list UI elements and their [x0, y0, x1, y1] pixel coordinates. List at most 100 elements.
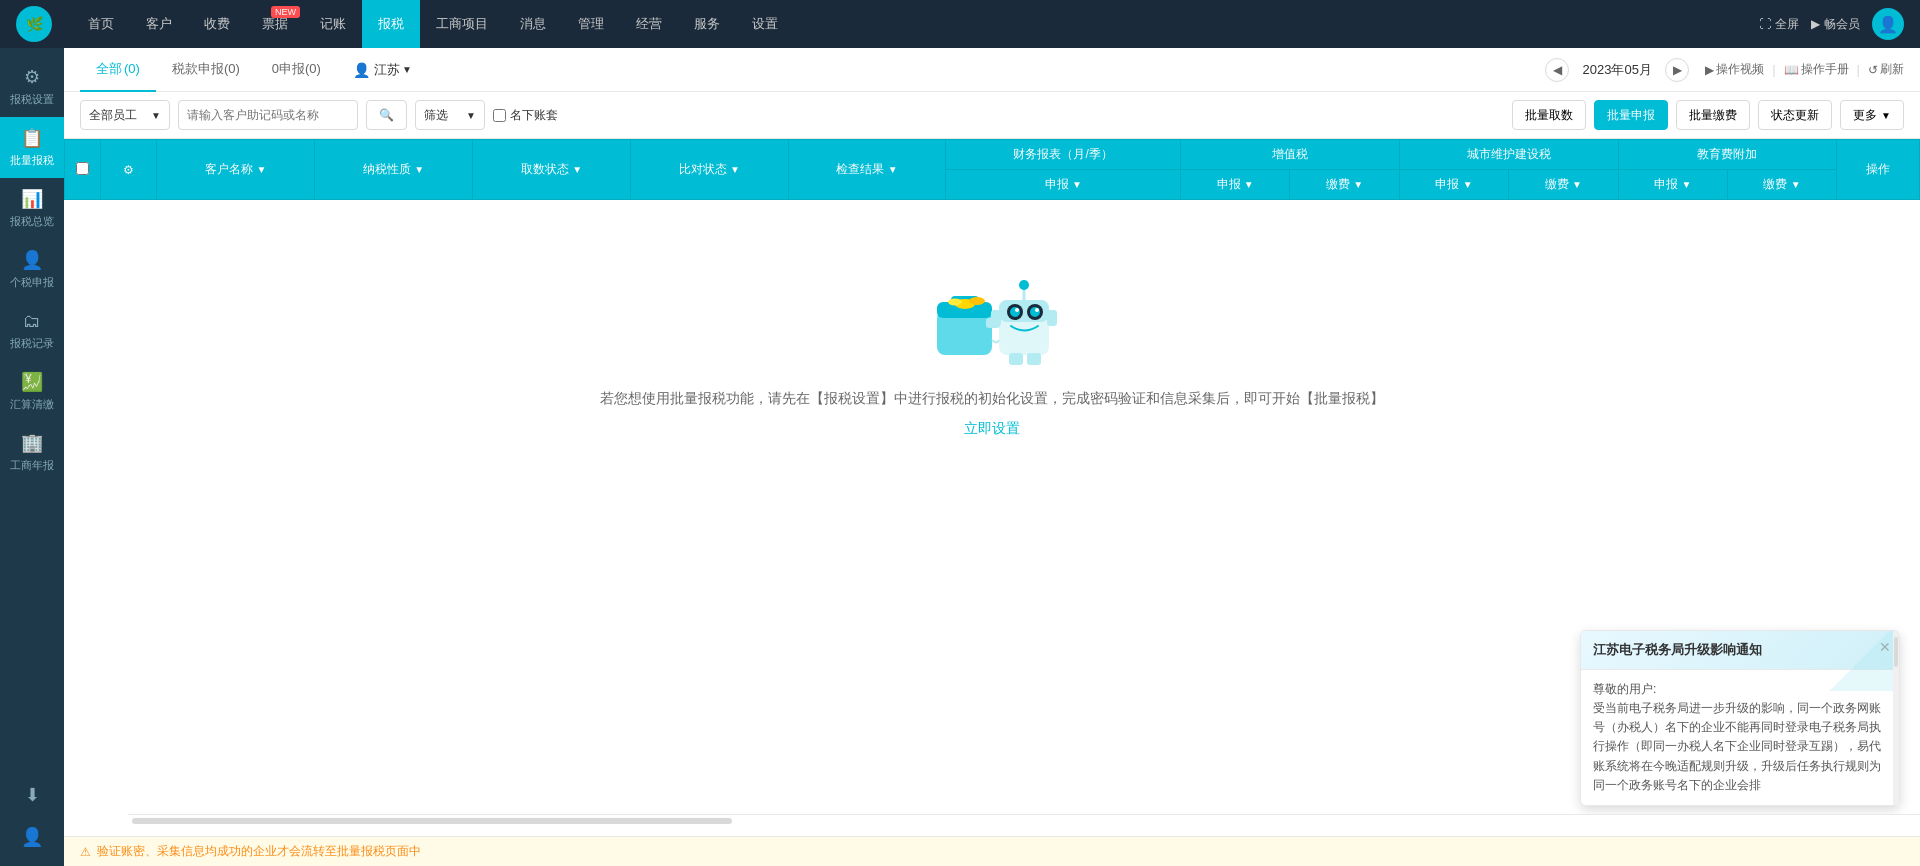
sidebar-label-annual-report: 工商年报	[10, 458, 54, 473]
toolbar: 全部员工 ▼ 🔍 筛选 ▼ 名下账套 批量取数 批量申报	[64, 92, 1920, 139]
fullscreen-btn[interactable]: ⛶ 全屏	[1759, 16, 1799, 33]
sidebar-item-batch-tax[interactable]: 📋 批量报税	[0, 117, 64, 178]
horizontal-scrollbar[interactable]	[132, 818, 732, 824]
member-btn[interactable]: ▶ 畅会员	[1811, 16, 1860, 33]
svg-point-10	[1010, 307, 1020, 317]
member-label: 畅会员	[1824, 16, 1860, 33]
tax-records-icon: 🗂	[21, 310, 43, 332]
setup-link[interactable]: 立即设置	[964, 420, 1020, 438]
search-input[interactable]	[178, 100, 358, 130]
filter-select[interactable]: 筛选 ▼	[415, 100, 485, 130]
nav-business[interactable]: 工商项目	[420, 0, 504, 48]
name-sleeve-checkbox[interactable]	[493, 109, 506, 122]
top-navigation: 🌿 首页 客户 收费 票据 NEW 记账 报税 工商项目 消息 管理 经营 服务…	[0, 0, 1920, 48]
nav-bookkeep[interactable]: 记账	[304, 0, 362, 48]
notification-header: 江苏电子税务局升级影响通知 ✕	[1581, 631, 1899, 670]
sidebar-label-settlement: 汇算清缴	[10, 397, 54, 412]
batch-pay-btn[interactable]: 批量缴费	[1676, 100, 1750, 130]
th-edu-declare: 申报 ▼	[1618, 170, 1727, 200]
video-link[interactable]: ▶ 操作视频	[1705, 61, 1764, 78]
nav-settings[interactable]: 设置	[736, 0, 794, 48]
batch-declare-label: 批量申报	[1607, 107, 1655, 124]
data-table: ⚙ 客户名称 ▼ 纳税性质 ▼ 取数状态 ▼	[64, 139, 1920, 498]
sidebar-item-user[interactable]: 👤	[17, 816, 47, 858]
nav-operation[interactable]: 经营	[620, 0, 678, 48]
region-icon: 👤	[353, 62, 370, 78]
th-tax-nature-filter[interactable]: ▼	[414, 164, 424, 175]
th-edu-pay: 缴费 ▼	[1727, 170, 1836, 200]
nav-home[interactable]: 首页	[72, 0, 130, 48]
empty-text: 若您想使用批量报税功能，请先在【报税设置】中进行报税的初始化设置，完成密码验证和…	[600, 390, 1384, 408]
logo: 🌿	[16, 6, 52, 42]
notification-text: 尊敬的用户: 受当前电子税务局进一步升级的影响，同一个政务网账号（办税人）名下的…	[1593, 680, 1887, 795]
status-text: 验证账密、采集信息均成功的企业才会流转至批量报税页面中	[97, 843, 421, 860]
nav-service[interactable]: 服务	[678, 0, 736, 48]
refresh-link[interactable]: ↺ 刷新	[1868, 61, 1904, 78]
date-navigation: ◀ 2023年05月 ▶	[1545, 58, 1689, 82]
nav-invoice-badge: NEW	[271, 6, 300, 18]
tab-all[interactable]: 全部 (0)	[80, 48, 156, 92]
play-icon: ▶	[1811, 17, 1820, 31]
sidebar-item-download[interactable]: ⬇	[17, 774, 47, 816]
nav-client[interactable]: 客户	[130, 0, 188, 48]
th-settings[interactable]: ⚙	[101, 140, 157, 200]
th-check-result-filter[interactable]: ▼	[888, 164, 898, 175]
notification-scrollbar[interactable]	[1893, 631, 1899, 805]
search-button[interactable]: 🔍	[366, 100, 407, 130]
th-client-name-label: 客户名称	[205, 162, 253, 176]
more-btn[interactable]: 更多 ▼	[1840, 100, 1904, 130]
sidebar-item-settlement[interactable]: 💹 汇算清缴	[0, 361, 64, 422]
action-links: ▶ 操作视频 | 📖 操作手册 | ↺ 刷新	[1705, 61, 1904, 78]
sidebar-item-personal-tax[interactable]: 👤 个税申报	[0, 239, 64, 300]
status-update-label: 状态更新	[1771, 107, 1819, 124]
manual-link[interactable]: 📖 操作手册	[1784, 61, 1849, 78]
batch-fetch-btn[interactable]: 批量取数	[1512, 100, 1586, 130]
th-fetch-status-filter[interactable]: ▼	[572, 164, 582, 175]
th-education-fee: 教育费附加	[1618, 140, 1837, 170]
tab-zero-count: (0)	[305, 61, 321, 76]
batch-declare-btn[interactable]: 批量申报	[1594, 100, 1668, 130]
refresh-label: 刷新	[1880, 61, 1904, 78]
nav-right: ⛶ 全屏 ▶ 畅会员 👤	[1759, 8, 1904, 40]
select-all-checkbox[interactable]	[76, 162, 89, 175]
svg-point-19	[1019, 280, 1029, 290]
sidebar-item-tax-records[interactable]: 🗂 报税记录	[0, 300, 64, 361]
date-next-btn[interactable]: ▶	[1665, 58, 1689, 82]
sidebar-item-tax-overview[interactable]: 📊 报税总览	[0, 178, 64, 239]
svg-rect-17	[1027, 353, 1041, 365]
notification-close-btn[interactable]: ✕	[1879, 639, 1891, 655]
settings-icon: ⚙	[123, 163, 134, 177]
sidebar-item-tax-settings[interactable]: ⚙ 报税设置	[0, 56, 64, 117]
sidebar-label-tax-records: 报税记录	[10, 336, 54, 351]
user-icon: 👤	[21, 826, 43, 848]
status-warning-icon: ⚠	[80, 845, 91, 859]
svg-rect-16	[1009, 353, 1023, 365]
sidebar-item-annual-report[interactable]: 🏢 工商年报	[0, 422, 64, 483]
fullscreen-icon: ⛶	[1759, 17, 1771, 31]
personal-tax-icon: 👤	[21, 249, 43, 271]
nav-tax[interactable]: 报税	[362, 0, 420, 48]
nav-fee[interactable]: 收费	[188, 0, 246, 48]
name-sleeve-checkbox-wrapper[interactable]: 名下账套	[493, 107, 558, 124]
tab-all-label: 全部	[96, 60, 122, 78]
tab-declare[interactable]: 税款申报 (0)	[156, 48, 256, 92]
th-financial-declare: 申报 ▼	[946, 170, 1181, 200]
status-update-btn[interactable]: 状态更新	[1758, 100, 1832, 130]
nav-invoice[interactable]: 票据 NEW	[246, 0, 304, 48]
employee-select-label: 全部员工	[89, 107, 137, 124]
nav-manage[interactable]: 管理	[562, 0, 620, 48]
employee-select[interactable]: 全部员工 ▼	[80, 100, 170, 130]
date-prev-btn[interactable]: ◀	[1545, 58, 1569, 82]
tab-zero[interactable]: 0申报 (0)	[256, 48, 337, 92]
th-client-name-filter[interactable]: ▼	[257, 164, 267, 175]
avatar[interactable]: 👤	[1872, 8, 1904, 40]
region-selector[interactable]: 👤 江苏 ▼	[353, 61, 412, 79]
tab-declare-label: 税款申报	[172, 60, 224, 78]
name-sleeve-label: 名下账套	[510, 107, 558, 124]
th-checkbox[interactable]	[65, 140, 101, 200]
tax-overview-icon: 📊	[21, 188, 43, 210]
more-icon: ▼	[1881, 110, 1891, 121]
nav-message[interactable]: 消息	[504, 0, 562, 48]
th-compare-status-filter[interactable]: ▼	[730, 164, 740, 175]
empty-state-row: 若您想使用批量报税功能，请先在【报税设置】中进行报税的初始化设置，完成密码验证和…	[65, 200, 1920, 499]
